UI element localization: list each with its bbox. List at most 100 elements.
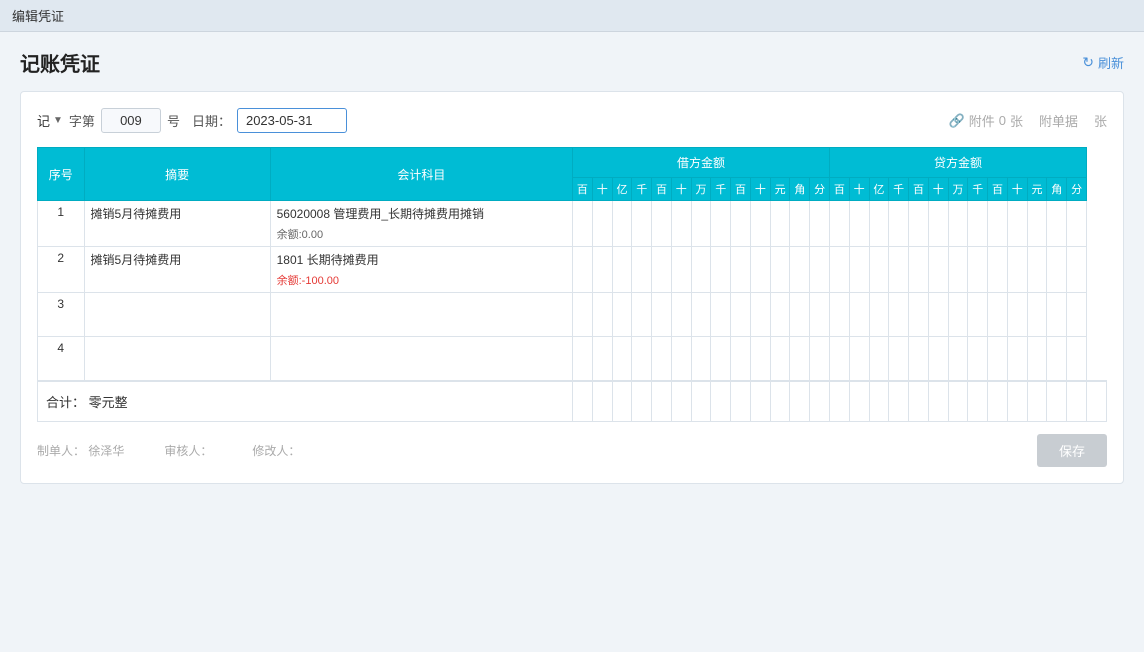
row2-c3[interactable] <box>869 247 889 293</box>
row1-c3[interactable] <box>869 201 889 247</box>
row1-d11[interactable] <box>770 201 790 247</box>
row2-c10[interactable] <box>1007 247 1027 293</box>
row4-c12[interactable] <box>1047 337 1067 381</box>
row4-d4[interactable] <box>632 337 652 381</box>
row4-c5[interactable] <box>909 337 929 381</box>
row3-d7[interactable] <box>691 293 711 337</box>
row1-d8[interactable] <box>711 201 731 247</box>
row4-account[interactable] <box>270 337 572 381</box>
row4-d6[interactable] <box>671 337 691 381</box>
refresh-button[interactable]: ↻ 刷新 <box>1082 53 1124 72</box>
attachment-link[interactable]: 🔗 附件 0 张 <box>949 111 1023 130</box>
row2-d5[interactable] <box>652 247 672 293</box>
row1-c6[interactable] <box>928 201 948 247</box>
row1-summary[interactable]: 摊销5月待摊费用 <box>84 201 270 247</box>
row4-c13[interactable] <box>1067 337 1087 381</box>
row4-c1[interactable] <box>830 337 850 381</box>
row4-d1[interactable] <box>573 337 593 381</box>
row2-c12[interactable] <box>1047 247 1067 293</box>
row3-d11[interactable] <box>770 293 790 337</box>
row4-c7[interactable] <box>948 337 968 381</box>
row2-d10[interactable] <box>750 247 770 293</box>
row2-d6[interactable] <box>671 247 691 293</box>
type-dropdown[interactable]: 记 ▼ <box>37 111 63 130</box>
row1-account[interactable]: 56020008 管理费用_长期待摊费用摊销 余额:0.00 <box>270 201 572 247</box>
row1-c12[interactable] <box>1047 201 1067 247</box>
row2-c8[interactable] <box>968 247 988 293</box>
row3-c2[interactable] <box>849 293 869 337</box>
row2-c13[interactable] <box>1067 247 1087 293</box>
row3-d3[interactable] <box>612 293 632 337</box>
row3-d9[interactable] <box>731 293 751 337</box>
row1-d7[interactable] <box>691 201 711 247</box>
row2-c1[interactable] <box>830 247 850 293</box>
row1-c1[interactable] <box>830 201 850 247</box>
row4-c11[interactable] <box>1027 337 1047 381</box>
row3-c13[interactable] <box>1067 293 1087 337</box>
row4-d8[interactable] <box>711 337 731 381</box>
row1-d1[interactable] <box>573 201 593 247</box>
row4-d12[interactable] <box>790 337 810 381</box>
row3-c4[interactable] <box>889 293 909 337</box>
row3-d1[interactable] <box>573 293 593 337</box>
row1-c5[interactable] <box>909 201 929 247</box>
row2-c11[interactable] <box>1027 247 1047 293</box>
row2-c5[interactable] <box>909 247 929 293</box>
row1-d4[interactable] <box>632 201 652 247</box>
row1-d2[interactable] <box>592 201 612 247</box>
row2-d8[interactable] <box>711 247 731 293</box>
row2-d11[interactable] <box>770 247 790 293</box>
row1-c10[interactable] <box>1007 201 1027 247</box>
row2-d3[interactable] <box>612 247 632 293</box>
row4-c10[interactable] <box>1007 337 1027 381</box>
row1-d5[interactable] <box>652 201 672 247</box>
row3-d5[interactable] <box>652 293 672 337</box>
row4-d11[interactable] <box>770 337 790 381</box>
row4-c2[interactable] <box>849 337 869 381</box>
row4-d7[interactable] <box>691 337 711 381</box>
row3-c7[interactable] <box>948 293 968 337</box>
row4-c8[interactable] <box>968 337 988 381</box>
row2-c2[interactable] <box>849 247 869 293</box>
row2-d1[interactable] <box>573 247 593 293</box>
row2-d12[interactable] <box>790 247 810 293</box>
row4-c9[interactable] <box>988 337 1008 381</box>
row1-c8[interactable] <box>968 201 988 247</box>
row1-c7[interactable] <box>948 201 968 247</box>
row1-d9[interactable] <box>731 201 751 247</box>
row2-c7[interactable] <box>948 247 968 293</box>
row4-d3[interactable] <box>612 337 632 381</box>
row1-c4[interactable] <box>889 201 909 247</box>
row4-summary[interactable] <box>84 337 270 381</box>
row2-d9[interactable] <box>731 247 751 293</box>
row3-c10[interactable] <box>1007 293 1027 337</box>
row1-d13[interactable] <box>810 201 830 247</box>
row2-d13[interactable] <box>810 247 830 293</box>
row1-d10[interactable] <box>750 201 770 247</box>
row2-d2[interactable] <box>592 247 612 293</box>
row3-d4[interactable] <box>632 293 652 337</box>
row3-c6[interactable] <box>928 293 948 337</box>
row4-c4[interactable] <box>889 337 909 381</box>
row3-c3[interactable] <box>869 293 889 337</box>
row4-d2[interactable] <box>592 337 612 381</box>
row3-d12[interactable] <box>790 293 810 337</box>
row1-c13[interactable] <box>1067 201 1087 247</box>
row3-c11[interactable] <box>1027 293 1047 337</box>
row3-c1[interactable] <box>830 293 850 337</box>
row3-summary[interactable] <box>84 293 270 337</box>
row1-c11[interactable] <box>1027 201 1047 247</box>
row2-d4[interactable] <box>632 247 652 293</box>
row3-c9[interactable] <box>988 293 1008 337</box>
row1-d3[interactable] <box>612 201 632 247</box>
row4-d10[interactable] <box>750 337 770 381</box>
row4-d13[interactable] <box>810 337 830 381</box>
row3-d10[interactable] <box>750 293 770 337</box>
row3-d13[interactable] <box>810 293 830 337</box>
number-input[interactable] <box>101 108 161 133</box>
row3-c8[interactable] <box>968 293 988 337</box>
row2-c4[interactable] <box>889 247 909 293</box>
row2-account[interactable]: 1801 长期待摊费用 余额:-100.00 <box>270 247 572 293</box>
row1-c2[interactable] <box>849 201 869 247</box>
row3-c12[interactable] <box>1047 293 1067 337</box>
